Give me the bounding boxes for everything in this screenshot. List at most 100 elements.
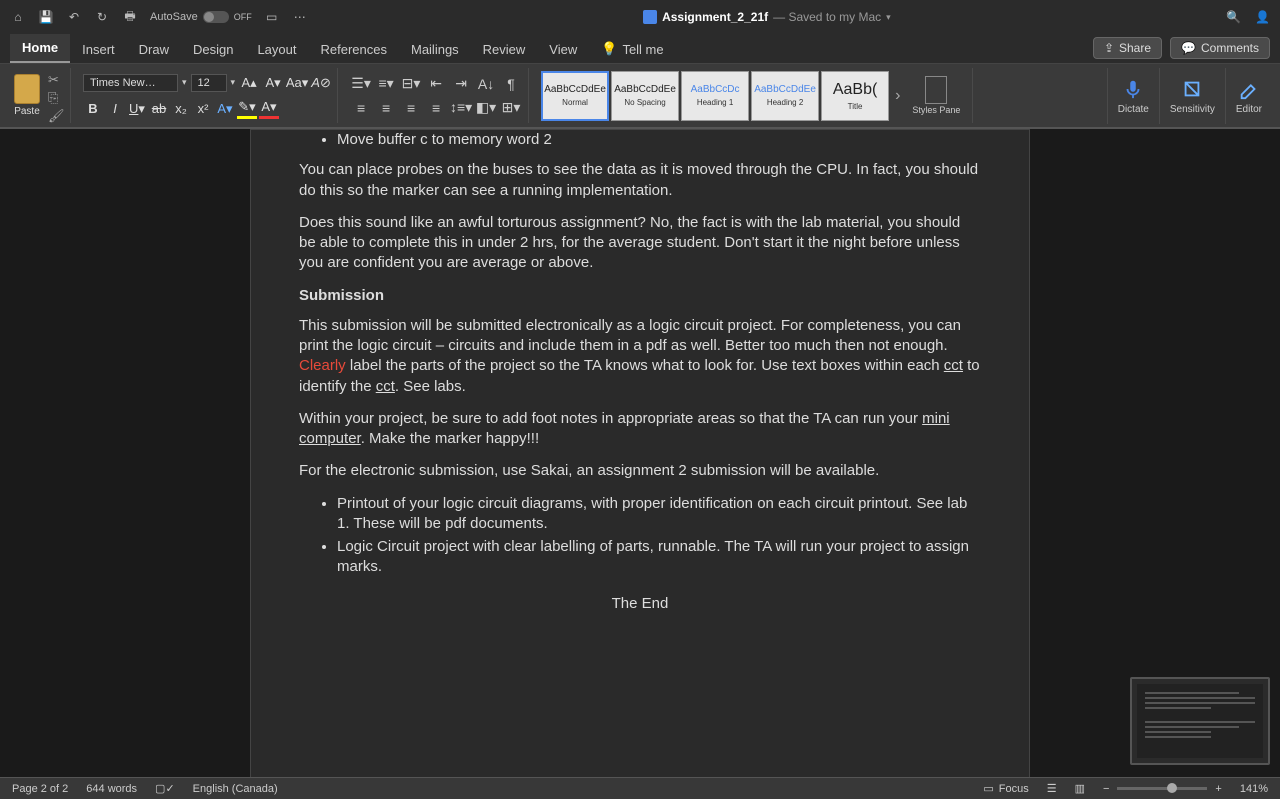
zoom-out-icon[interactable]: − xyxy=(1103,783,1109,795)
show-marks-icon[interactable]: ¶ xyxy=(500,75,522,93)
styles-pane-button[interactable]: Styles Pane xyxy=(906,76,966,116)
paste-button[interactable]: Paste xyxy=(14,74,40,117)
save-icon[interactable]: 💾 xyxy=(38,9,54,25)
saved-info: — Saved to my Mac xyxy=(773,10,881,24)
template-icon[interactable]: ▭ xyxy=(264,9,280,25)
tab-mailings[interactable]: Mailings xyxy=(399,36,471,63)
chevron-down-icon[interactable]: ▾ xyxy=(886,12,891,23)
italic-button[interactable]: I xyxy=(105,99,125,119)
style-heading1[interactable]: AaBbCcDc Heading 1 xyxy=(681,71,749,121)
slider-thumb[interactable] xyxy=(1167,783,1177,793)
style-heading2[interactable]: AaBbCcDdEe Heading 2 xyxy=(751,71,819,121)
titlebar: ⌂ 💾 ↶ ↻ 🖶 AutoSave OFF ▭ ⋯ Assignment_2_… xyxy=(0,0,1280,34)
font-group: ▾ ▾ A▴ A▾ Aa▾ A⊘ B I U▾ ab x₂ x² A▾ ✎▾ A… xyxy=(77,68,338,123)
cut-icon[interactable]: ✂ xyxy=(48,72,60,84)
sensitivity-button[interactable]: Sensitivity xyxy=(1159,68,1225,124)
clear-format-icon[interactable]: A⊘ xyxy=(311,73,331,93)
paste-label: Paste xyxy=(14,106,40,117)
text-span: Within your project, be sure to add foot… xyxy=(299,410,922,427)
sort-icon[interactable]: A↓ xyxy=(475,75,497,93)
underline-button[interactable]: U▾ xyxy=(127,99,147,119)
change-case-icon[interactable]: Aa▾ xyxy=(287,73,307,93)
highlight-icon[interactable]: ✎▾ xyxy=(237,99,257,119)
share-label: Share xyxy=(1119,41,1151,55)
zoom-percent[interactable]: 141% xyxy=(1240,783,1268,795)
undo-icon[interactable]: ↶ xyxy=(66,9,82,25)
style-normal[interactable]: AaBbCcDdEe Normal xyxy=(541,71,609,121)
body-paragraph: Within your project, be sure to add foot… xyxy=(299,409,981,450)
align-right-icon[interactable]: ≡ xyxy=(400,99,422,117)
view-print-icon[interactable]: ☰ xyxy=(1047,782,1057,795)
bold-button[interactable]: B xyxy=(83,99,103,119)
autosave-toggle[interactable]: AutoSave OFF xyxy=(150,11,252,23)
more-icon[interactable]: ⋯ xyxy=(292,9,308,25)
zoom-slider[interactable]: − + xyxy=(1103,783,1222,795)
tab-layout[interactable]: Layout xyxy=(245,36,308,63)
toggle-switch-icon[interactable] xyxy=(203,11,229,23)
style-title[interactable]: AaBb( Title xyxy=(821,71,889,121)
navigation-thumbnail[interactable] xyxy=(1130,677,1270,765)
text-span: . See labs. xyxy=(395,378,466,395)
view-web-icon[interactable]: ▥ xyxy=(1075,782,1085,795)
copy-icon[interactable]: ⎘ xyxy=(48,90,60,102)
print-icon[interactable]: 🖶 xyxy=(122,9,138,25)
chevron-down-icon[interactable]: ▾ xyxy=(182,77,187,88)
tab-view[interactable]: View xyxy=(537,36,589,63)
tab-home[interactable]: Home xyxy=(10,34,70,63)
tab-tellme[interactable]: 💡 Tell me xyxy=(589,35,675,63)
tab-insert[interactable]: Insert xyxy=(70,36,127,63)
text-span: . Make the marker happy!!! xyxy=(361,430,539,447)
format-painter-icon[interactable]: 🖌 xyxy=(48,108,60,120)
increase-indent-icon[interactable]: ⇥ xyxy=(450,75,472,93)
bullets-icon[interactable]: ☰▾ xyxy=(350,75,372,93)
account-icon[interactable]: 👤 xyxy=(1255,10,1270,24)
submission-heading: Submission xyxy=(299,286,981,306)
multilevel-icon[interactable]: ⊟▾ xyxy=(400,75,422,93)
sensitivity-label: Sensitivity xyxy=(1170,104,1215,115)
tabs-row: Home Insert Draw Design Layout Reference… xyxy=(0,34,1280,64)
shrink-font-icon[interactable]: A▾ xyxy=(263,73,283,93)
document-area[interactable]: Move buffer c to memory word 2 You can p… xyxy=(0,129,1280,777)
focus-mode-button[interactable]: ▭ Focus xyxy=(983,782,1028,795)
shading-icon[interactable]: ◧▾ xyxy=(475,99,497,117)
spellcheck-icon[interactable]: ▢✓ xyxy=(155,782,175,795)
slider-track[interactable] xyxy=(1117,787,1207,790)
word-count[interactable]: 644 words xyxy=(86,783,137,795)
underline-cct: cct xyxy=(376,378,395,395)
superscript-button[interactable]: x² xyxy=(193,99,213,119)
grow-font-icon[interactable]: A▴ xyxy=(239,73,259,93)
line-spacing-icon[interactable]: ↕≡▾ xyxy=(450,99,472,117)
justify-icon[interactable]: ≡ xyxy=(425,99,447,117)
comments-button[interactable]: 💬 Comments xyxy=(1170,37,1270,59)
styles-more-icon[interactable]: › xyxy=(891,87,904,105)
align-center-icon[interactable]: ≡ xyxy=(375,99,397,117)
borders-icon[interactable]: ⊞▾ xyxy=(500,99,522,117)
zoom-in-icon[interactable]: + xyxy=(1215,783,1221,795)
redo-icon[interactable]: ↻ xyxy=(94,9,110,25)
align-left-icon[interactable]: ≡ xyxy=(350,99,372,117)
dictate-button[interactable]: Dictate xyxy=(1107,68,1159,124)
tab-draw[interactable]: Draw xyxy=(127,36,181,63)
tab-design[interactable]: Design xyxy=(181,36,245,63)
document-page[interactable]: Move buffer c to memory word 2 You can p… xyxy=(250,129,1030,777)
editor-button[interactable]: Editor xyxy=(1225,68,1272,124)
numbering-icon[interactable]: ≡▾ xyxy=(375,75,397,93)
style-preview: AaBbCcDc xyxy=(691,84,740,95)
language-indicator[interactable]: English (Canada) xyxy=(193,783,278,795)
share-button[interactable]: ⇪ Share xyxy=(1093,37,1162,59)
home-icon[interactable]: ⌂ xyxy=(10,9,26,25)
chevron-down-icon[interactable]: ▾ xyxy=(231,77,236,88)
page-indicator[interactable]: Page 2 of 2 xyxy=(12,783,68,795)
subscript-button[interactable]: x₂ xyxy=(171,99,191,119)
strikethrough-button[interactable]: ab xyxy=(149,99,169,119)
font-color-icon[interactable]: A▾ xyxy=(259,99,279,119)
tab-references[interactable]: References xyxy=(309,36,399,63)
font-size-select[interactable] xyxy=(191,74,227,92)
tab-review[interactable]: Review xyxy=(471,36,538,63)
decrease-indent-icon[interactable]: ⇤ xyxy=(425,75,447,93)
microphone-icon xyxy=(1122,77,1144,101)
search-icon[interactable]: 🔍 xyxy=(1226,10,1241,24)
text-effects-icon[interactable]: A▾ xyxy=(215,99,235,119)
style-nospacing[interactable]: AaBbCcDdEe No Spacing xyxy=(611,71,679,121)
font-name-select[interactable] xyxy=(83,74,178,92)
